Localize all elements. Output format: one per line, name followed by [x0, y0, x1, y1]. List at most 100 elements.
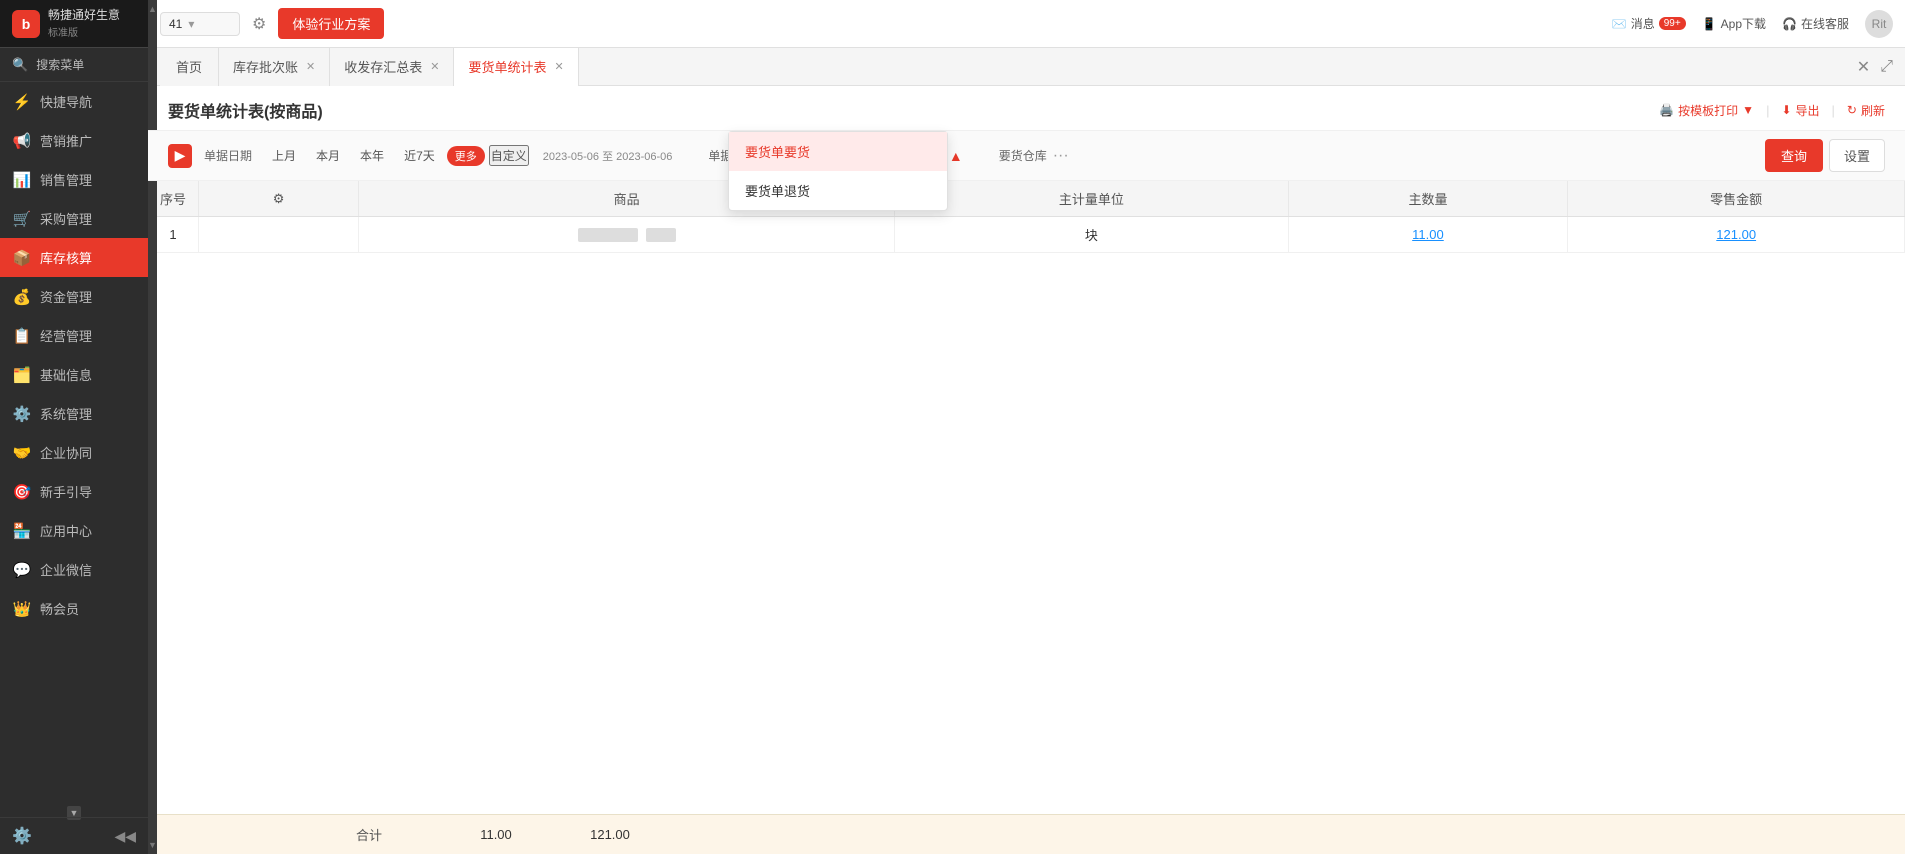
quick-nav-icon: ⚡: [12, 93, 32, 111]
date-prev-month[interactable]: 上月: [264, 143, 304, 168]
sidebar-collapse-btn[interactable]: ◀◀: [114, 828, 136, 845]
print-label: 按模板打印: [1678, 102, 1738, 119]
messages-btn[interactable]: ✉️ 消息 99+: [1612, 15, 1686, 32]
filter-bar: ▶ 单据日期 上月 本月 本年 近7天 更多 自定义: [148, 130, 1905, 181]
sidebar-item-system[interactable]: ⚙️ 系统管理: [0, 394, 148, 433]
sidebar-item-label: 营销推广: [40, 131, 92, 150]
dropdown-item-require-goods[interactable]: 要货单要货: [729, 132, 947, 171]
settings-button[interactable]: 设置: [1829, 139, 1885, 172]
type-chevron-icon[interactable]: ▲: [949, 148, 963, 164]
cell-goods: [359, 217, 895, 253]
export-icon: ⬇: [1781, 103, 1791, 117]
table-area: 序号 ⚙ 商品 主计量单位 主数量: [148, 181, 1905, 814]
date-more-badge[interactable]: 更多: [447, 146, 485, 166]
amount-link[interactable]: 121.00: [1716, 227, 1756, 242]
table-footer: 合计 11.00 121.00: [148, 814, 1905, 854]
action-divider2: |: [1832, 103, 1835, 118]
topbar-gear-icon[interactable]: ⚙: [252, 14, 266, 34]
close-all-tabs-btn[interactable]: ✕: [1857, 57, 1870, 77]
user-avatar[interactable]: Rit: [1865, 10, 1893, 38]
sidebar-item-appstore[interactable]: 🏪 应用中心: [0, 511, 148, 550]
date-last-7[interactable]: 近7天: [396, 143, 443, 168]
dropdown-item-require-return[interactable]: 要货单退货: [729, 171, 947, 210]
sidebar-item-marketing[interactable]: 📢 营销推广: [0, 121, 148, 160]
expand-tabs-btn[interactable]: ⤢: [1880, 58, 1893, 76]
tab-inventory-batch-close[interactable]: ✕: [306, 60, 315, 73]
type-dropdown-menu: 要货单要货 要货单退货: [728, 131, 948, 211]
sidebar-item-basic[interactable]: 🗂️ 基础信息: [0, 355, 148, 394]
sidebar-edge-down[interactable]: ▼: [148, 840, 157, 850]
system-icon: ⚙️: [12, 405, 32, 423]
print-btn[interactable]: 🖨️ 按模板打印 ▼: [1659, 102, 1754, 119]
footer-amount: 121.00: [560, 827, 660, 842]
sidebar-item-label: 新手引导: [40, 482, 92, 501]
sidebar-edge-up[interactable]: ▲: [148, 4, 157, 14]
sidebar-item-enterprise[interactable]: 🤝 企业协同: [0, 433, 148, 472]
inventory-icon: 📦: [12, 249, 32, 267]
filter-actions: 查询 设置: [1765, 139, 1885, 172]
sidebar-item-member[interactable]: 👑 畅会员: [0, 589, 148, 628]
sidebar-search[interactable]: 🔍 搜索菜单: [0, 48, 148, 82]
sidebar-item-guide[interactable]: 🎯 新手引导: [0, 472, 148, 511]
app-name: 畅捷通好生意: [48, 8, 120, 24]
sidebar-item-label: 采购管理: [40, 209, 92, 228]
filter-expand-btn[interactable]: ▶: [168, 144, 192, 168]
content-area: 要货单统计表(按商品) 🖨️ 按模板打印 ▼ | ⬇ 导出 | ↻ 刷新: [148, 86, 1905, 854]
tab-receivable-summary[interactable]: 收发存汇总表 ✕: [330, 48, 454, 86]
date-custom[interactable]: 自定义: [489, 145, 529, 166]
company-select-chevron: ▾: [188, 17, 194, 31]
sidebar-item-label: 库存核算: [40, 248, 92, 267]
sidebar-item-business[interactable]: 📋 经营管理: [0, 316, 148, 355]
date-this-month[interactable]: 本月: [308, 143, 348, 168]
trial-button[interactable]: 体验行业方案: [278, 8, 384, 39]
tab-home-label: 首页: [176, 57, 202, 76]
date-filter-label: 单据日期: [204, 147, 252, 164]
topbar-left: 41 ▾ ⚙ 体验行业方案: [160, 8, 1612, 39]
purchase-icon: 🛒: [12, 210, 32, 228]
guide-icon: 🎯: [12, 483, 32, 501]
tab-order-stats-close[interactable]: ✕: [555, 60, 564, 73]
col-settings[interactable]: ⚙: [199, 181, 359, 217]
sidebar-item-label: 基础信息: [40, 365, 92, 384]
print-icon: 🖨️: [1659, 103, 1674, 117]
tab-inventory-batch[interactable]: 库存批次账 ✕: [219, 48, 330, 86]
app-download-label: App下载: [1721, 15, 1766, 32]
sidebar-item-sales[interactable]: 📊 销售管理: [0, 160, 148, 199]
topbar: 41 ▾ ⚙ 体验行业方案 ✉️ 消息 99+ 📱 App下载 🎧 在线客服 R…: [148, 0, 1905, 48]
tab-inventory-batch-label: 库存批次账: [233, 57, 298, 76]
tabbar: 首页 库存批次账 ✕ 收发存汇总表 ✕ 要货单统计表 ✕ ✕ ⤢: [148, 48, 1905, 86]
quantity-link[interactable]: 11.00: [1412, 227, 1444, 242]
company-select[interactable]: 41 ▾: [160, 12, 240, 36]
query-button[interactable]: 查询: [1765, 139, 1823, 172]
sidebar-item-label: 畅会员: [40, 599, 79, 618]
table-settings-icon[interactable]: ⚙: [273, 191, 285, 206]
refresh-btn[interactable]: ↻ 刷新: [1847, 102, 1885, 119]
sidebar-item-wechat[interactable]: 💬 企业微信: [0, 550, 148, 589]
sidebar-item-purchase[interactable]: 🛒 采购管理: [0, 199, 148, 238]
sidebar-item-label: 销售管理: [40, 170, 92, 189]
sidebar-menu: ⚡ 快捷导航 📢 营销推广 📊 销售管理 🛒 采购管理 📦 库存核算 💰: [0, 82, 148, 809]
sales-icon: 📊: [12, 171, 32, 189]
refresh-label: 刷新: [1861, 102, 1885, 119]
page-title: 要货单统计表(按商品): [168, 98, 323, 122]
export-btn[interactable]: ⬇ 导出: [1781, 102, 1819, 119]
page-actions: 🖨️ 按模板打印 ▼ | ⬇ 导出 | ↻ 刷新: [1659, 102, 1885, 119]
tab-home[interactable]: 首页: [160, 48, 219, 86]
goods-placeholder2: [646, 228, 676, 242]
warehouse-more-icon[interactable]: ···: [1053, 147, 1069, 165]
table-body: 1 块 11.00 1: [148, 217, 1905, 253]
sidebar-settings-icon[interactable]: ⚙️: [12, 826, 32, 846]
online-service-btn[interactable]: 🎧 在线客服: [1782, 15, 1849, 32]
sidebar-item-finance[interactable]: 💰 资金管理: [0, 277, 148, 316]
app-download-btn[interactable]: 📱 App下载: [1702, 15, 1766, 32]
filter-warehouse-group: 要货仓库 ···: [999, 147, 1069, 165]
footer-label: 合计: [356, 825, 436, 844]
sidebar-item-inventory[interactable]: 📦 库存核算: [0, 238, 148, 277]
headset-icon: 🎧: [1782, 17, 1797, 31]
sidebar-item-quick-nav[interactable]: ⚡ 快捷导航: [0, 82, 148, 121]
member-icon: 👑: [12, 600, 32, 618]
app-download-icon: 📱: [1702, 17, 1717, 31]
tab-order-stats[interactable]: 要货单统计表 ✕: [454, 48, 578, 86]
date-this-year[interactable]: 本年: [352, 143, 392, 168]
tab-receivable-summary-close[interactable]: ✕: [430, 60, 439, 73]
